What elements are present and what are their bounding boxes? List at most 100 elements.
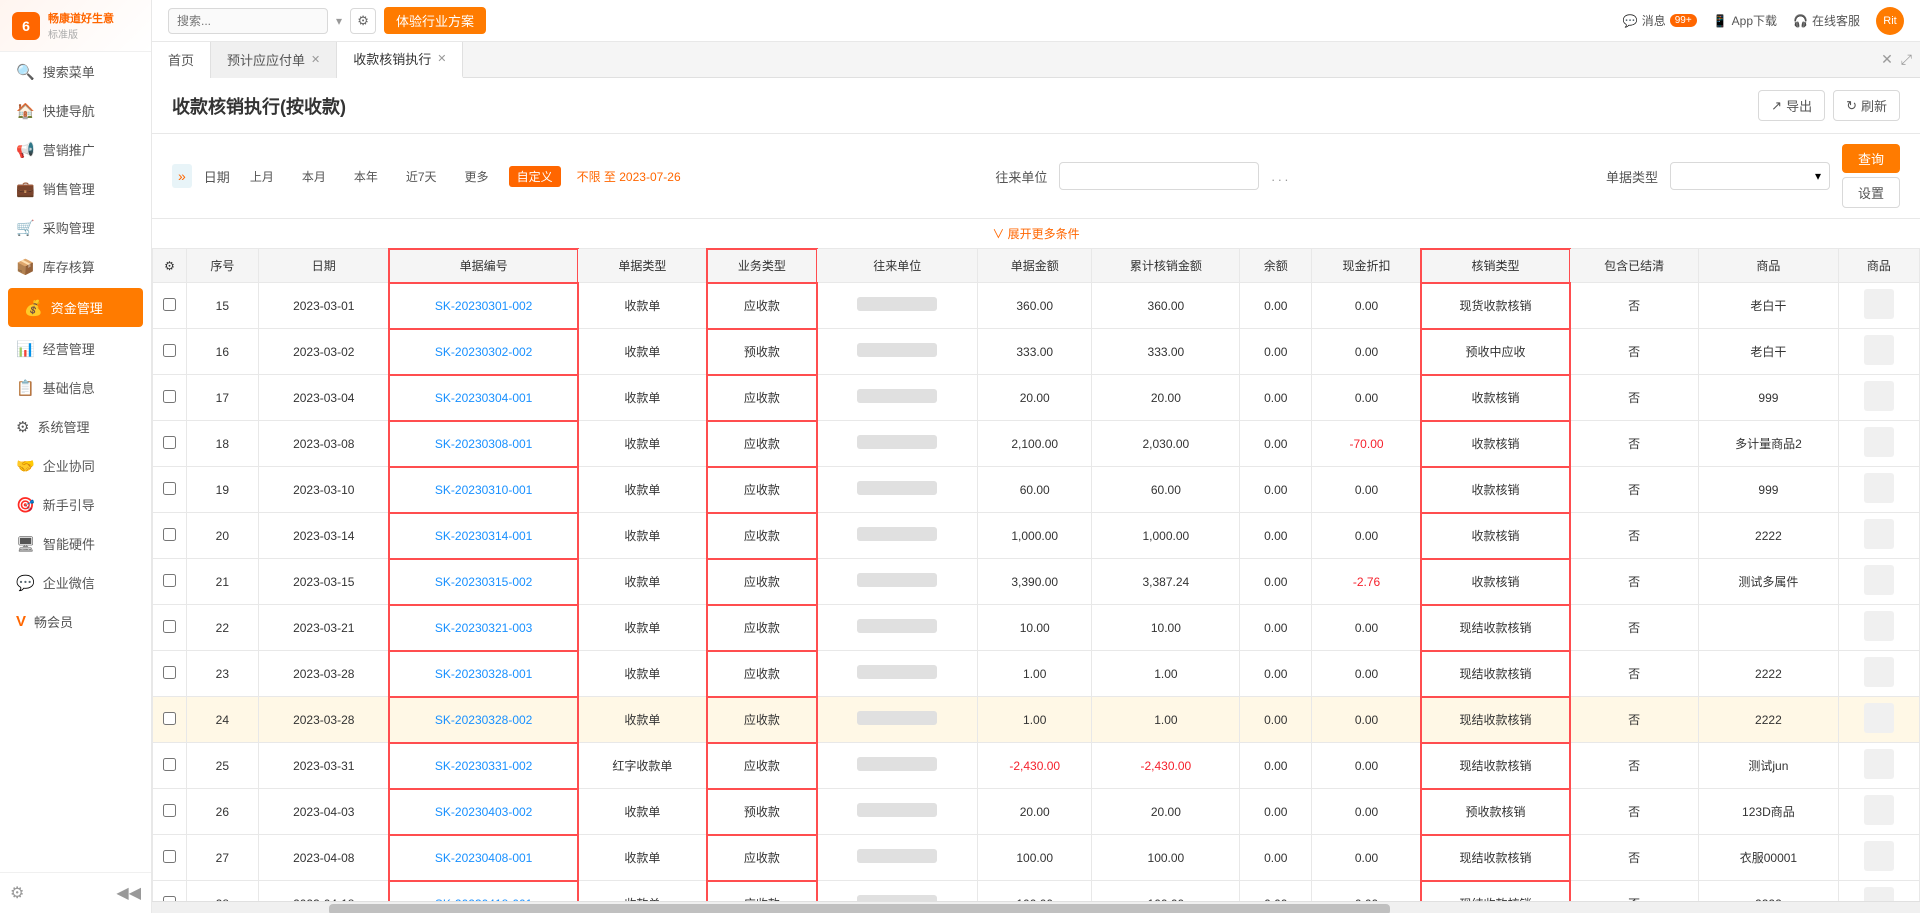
sidebar-item-system[interactable]: ⚙ 系统管理 [0,407,151,446]
cell-no: 24 [187,697,259,743]
th-date: 日期 [258,249,389,283]
filter-more[interactable]: 更多 [457,166,497,187]
page-actions: ↗ 导出 ↻ 刷新 [1758,90,1900,121]
user-avatar[interactable]: Rit [1876,7,1904,35]
bill-no-link[interactable]: SK-20230302-002 [435,345,532,359]
sidebar-item-hardware[interactable]: 🖥 智能硬件 [0,524,151,563]
th-gear[interactable]: ⚙ [153,249,187,283]
cell-amount: 1.00 [978,697,1092,743]
cell-gear[interactable] [153,375,187,421]
date-filter-label: 日期 [204,167,230,186]
bill-no-link[interactable]: SK-20230315-002 [435,575,532,589]
settings-button[interactable]: ⚙ [350,8,376,34]
cell-cancel-type: 预收中应收 [1421,329,1569,375]
cell-goods2 [1838,375,1919,421]
search-menu-input[interactable] [168,8,328,34]
sidebar-item-inventory[interactable]: 📦 库存核算 [0,247,151,286]
tab-receipt[interactable]: 收款核销执行 ✕ [337,42,463,78]
sidebar-item-finance[interactable]: 💰 资金管理 [8,288,143,327]
cell-bill-type: 收款单 [578,375,707,421]
tab-expand-icon[interactable]: ⤢ [1901,51,1912,68]
tab-close-all-icon[interactable]: ✕ [1881,51,1893,68]
cell-biz-type: 应收款 [707,283,817,329]
settings-icon[interactable]: ⚙ [10,883,24,903]
cell-gear[interactable] [153,605,187,651]
bill-no-link[interactable]: SK-20230403-002 [435,805,532,819]
cell-gear[interactable] [153,835,187,881]
cell-gear[interactable] [153,743,187,789]
cell-bill-no: SK-20230418-001 [389,881,578,902]
receipt-type-select[interactable]: ▾ [1670,162,1830,190]
sidebar-item-search[interactable]: 🔍 搜索菜单 [0,52,151,91]
online-service-item[interactable]: 🎧 在线客服 [1793,12,1860,29]
bill-no-link[interactable]: SK-20230408-001 [435,851,532,865]
collapse-icon[interactable]: ◀◀ [116,883,141,903]
cell-cash-discount: -70.00 [1312,421,1422,467]
cell-goods2 [1838,605,1919,651]
cell-biz-type: 应收款 [707,651,817,697]
sales-icon: 💼 [16,180,35,198]
cell-gear[interactable] [153,651,187,697]
cell-gear[interactable] [153,881,187,902]
table-row: 21 2023-03-15 SK-20230315-002 收款单 应收款 3,… [153,559,1920,605]
cell-gear[interactable] [153,559,187,605]
bill-no-link[interactable]: SK-20230328-001 [435,667,532,681]
refresh-button[interactable]: ↻ 刷新 [1833,90,1900,121]
tab-prepay-close[interactable]: ✕ [311,53,320,66]
messages-item[interactable]: 💬 消息 99+ [1623,12,1697,29]
bill-no-link[interactable]: SK-20230321-003 [435,621,532,635]
sidebar-item-member[interactable]: V 畅会员 [0,602,151,641]
horizontal-scrollbar[interactable] [152,901,1920,913]
filter-collapse-icon[interactable]: » [172,164,192,188]
cell-date: 2023-03-04 [258,375,389,421]
filter-this-month[interactable]: 本月 [294,166,334,187]
bill-no-link[interactable]: SK-20230328-002 [435,713,532,727]
sidebar-item-purchase[interactable]: 🛒 采购管理 [0,208,151,247]
cell-gear[interactable] [153,283,187,329]
export-button[interactable]: ↗ 导出 [1758,90,1825,121]
cell-gear[interactable] [153,467,187,513]
filter-this-year[interactable]: 本年 [346,166,386,187]
setting-button[interactable]: 设置 [1842,177,1900,208]
cell-bill-no: SK-20230328-002 [389,697,578,743]
cell-gear[interactable] [153,513,187,559]
query-button[interactable]: 查询 [1842,144,1900,173]
sidebar-item-quicknav[interactable]: 🏠 快捷导航 [0,91,151,130]
bill-no-link[interactable]: SK-20230304-001 [435,391,532,405]
cell-gear[interactable] [153,789,187,835]
bill-no-link[interactable]: SK-20230308-001 [435,437,532,451]
expand-more-bar[interactable]: ∨ 展开更多条件 [152,219,1920,248]
cell-balance: 0.00 [1240,421,1312,467]
th-cum-cancel: 累计核销金额 [1092,249,1240,283]
sidebar-item-sales[interactable]: 💼 销售管理 [0,169,151,208]
bill-no-link[interactable]: SK-20230331-002 [435,759,532,773]
tab-prepay[interactable]: 预计应应付单 ✕ [211,42,337,78]
sidebar-item-guide[interactable]: 🎯 新手引导 [0,485,151,524]
filter-last7days[interactable]: 近7天 [398,166,445,187]
sidebar-item-basic[interactable]: 📋 基础信息 [0,368,151,407]
cell-gear[interactable] [153,329,187,375]
tab-receipt-close[interactable]: ✕ [437,52,446,65]
cell-gear[interactable] [153,421,187,467]
app-download-item[interactable]: 📱 App下载 [1713,12,1777,29]
cell-gear[interactable] [153,697,187,743]
bill-no-link[interactable]: SK-20230314-001 [435,529,532,543]
filter-prev-month[interactable]: 上月 [242,166,282,187]
cell-bill-type: 收款单 [578,697,707,743]
sidebar-item-marketing[interactable]: 📢 营销推广 [0,130,151,169]
bill-no-link[interactable]: SK-20230301-002 [435,299,532,313]
unit-filter-input[interactable] [1059,162,1259,190]
industry-solution-button[interactable]: 体验行业方案 [384,7,486,34]
page-title: 收款核销执行(按收款) [172,93,346,119]
sidebar-item-collab[interactable]: 🤝 企业协同 [0,446,151,485]
filter-custom[interactable]: 自定义 [509,166,561,187]
table-row: 28 2023-04-18 SK-20230418-001 收款单 应收款 10… [153,881,1920,902]
bill-no-link[interactable]: SK-20230310-001 [435,483,532,497]
tab-home[interactable]: 首页 [152,42,211,78]
cell-bill-no: SK-20230403-002 [389,789,578,835]
dropdown-arrow-icon[interactable]: ▾ [336,14,342,28]
cell-no: 15 [187,283,259,329]
sidebar-item-operations[interactable]: 📊 经营管理 [0,329,151,368]
sidebar-item-wechat[interactable]: 💬 企业微信 [0,563,151,602]
table-container[interactable]: ⚙ 序号 日期 单据编号 单据类型 业务类型 往来单位 单据金额 累计核销金额 … [152,248,1920,901]
